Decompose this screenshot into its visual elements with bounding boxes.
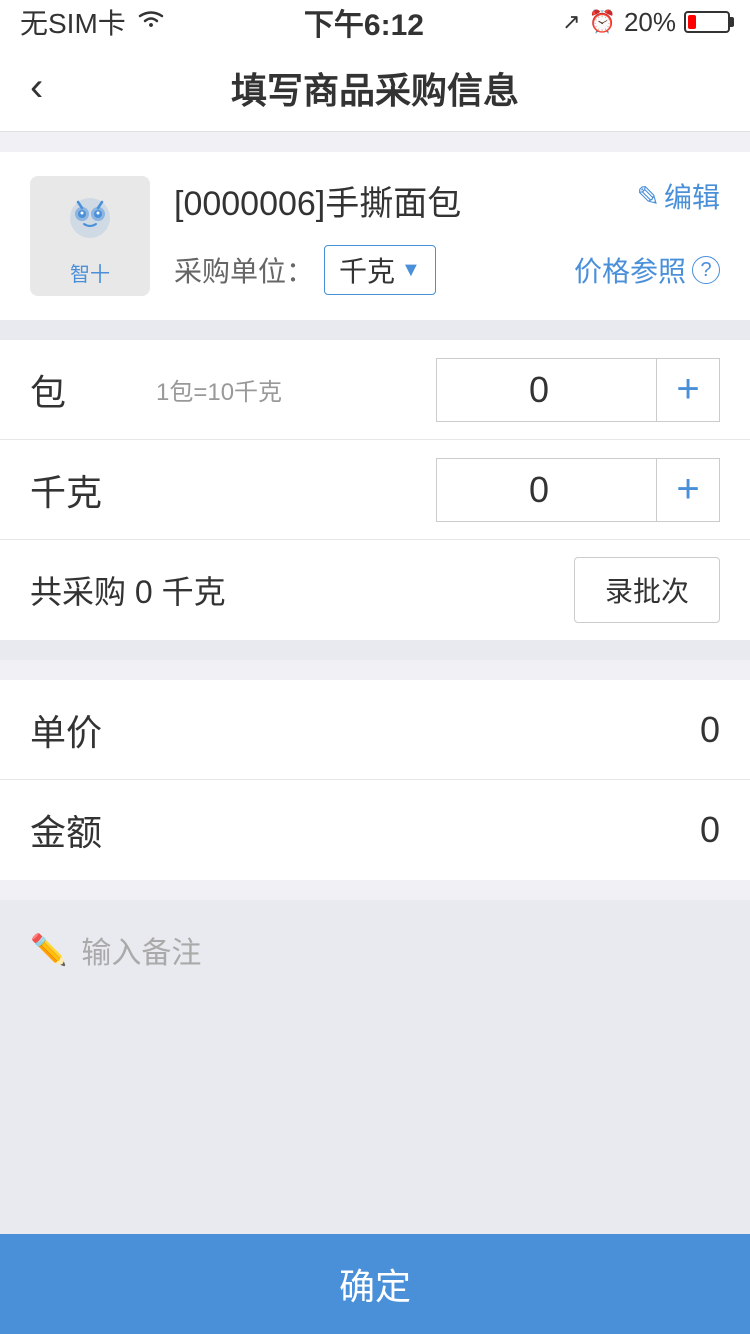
bao-label: 包 bbox=[30, 364, 150, 416]
unit-dropdown[interactable]: 千克 ▼ bbox=[324, 245, 436, 295]
product-header: [0000006]手撕面包 ✎ 编辑 bbox=[174, 176, 720, 225]
nav-bar: ‹ 填写商品采购信息 bbox=[0, 44, 750, 132]
price-reference-button[interactable]: 价格参照 ? bbox=[574, 250, 720, 290]
bao-quantity-input[interactable] bbox=[436, 358, 656, 422]
status-bar: 无SIM卡 下午6:12 ↗ ⏰ 20% bbox=[0, 0, 750, 44]
battery-percent: 20% bbox=[624, 7, 676, 38]
edit-button[interactable]: ✎ 编辑 bbox=[637, 176, 720, 216]
kg-plus-button[interactable]: + bbox=[656, 458, 720, 522]
edit-icon: ✎ bbox=[637, 180, 660, 213]
product-info: [0000006]手撕面包 ✎ 编辑 采购单位： 千克 ▼ 价格参照 ? bbox=[174, 176, 720, 295]
unit-price-value: 0 bbox=[700, 709, 720, 751]
purchase-unit-label: 采购单位： 千克 ▼ bbox=[174, 245, 436, 295]
section-divider-2 bbox=[0, 640, 750, 660]
back-button[interactable]: ‹ bbox=[30, 65, 90, 110]
kg-input-row: 千克 + bbox=[0, 440, 750, 540]
note-section[interactable]: ✏️ 输入备注 bbox=[0, 900, 750, 1000]
unit-value: 千克 bbox=[339, 250, 395, 290]
bao-plus-button[interactable]: + bbox=[656, 358, 720, 422]
pencil-icon: ✏️ bbox=[30, 933, 67, 968]
bao-input-row: 包 1包=10千克 + bbox=[0, 340, 750, 440]
carrier-label: 无SIM卡 bbox=[20, 2, 126, 42]
battery-fill bbox=[688, 15, 696, 29]
input-section: 包 1包=10千克 + 千克 + bbox=[0, 340, 750, 540]
section-divider-1 bbox=[0, 320, 750, 340]
product-card: 智十 [0000006]手撕面包 ✎ 编辑 采购单位： 千克 ▼ 价格参照 ? bbox=[0, 152, 750, 320]
confirm-button[interactable]: 确定 bbox=[0, 1234, 750, 1334]
unit-price-row: 单价 0 bbox=[0, 680, 750, 780]
info-icon: ? bbox=[692, 256, 720, 284]
batch-button[interactable]: 录批次 bbox=[574, 557, 720, 623]
purchase-unit-text: 采购单位： bbox=[174, 250, 314, 290]
price-ref-label: 价格参照 bbox=[574, 250, 686, 290]
alarm-icon: ⏰ bbox=[589, 9, 616, 35]
amount-value: 0 bbox=[700, 809, 720, 851]
logo-text: 智十 bbox=[60, 258, 120, 287]
summary-text: 共采购 0 千克 bbox=[30, 567, 226, 613]
price-section: 单价 0 金额 0 bbox=[0, 680, 750, 880]
product-name: [0000006]手撕面包 bbox=[174, 176, 637, 225]
product-thumbnail: 智十 bbox=[30, 176, 150, 296]
bao-input-right: + bbox=[436, 358, 720, 422]
note-placeholder: 输入备注 bbox=[81, 928, 201, 972]
amount-label: 金额 bbox=[30, 804, 102, 856]
wifi-icon bbox=[136, 6, 166, 38]
kg-label: 千克 bbox=[30, 464, 150, 516]
bao-sublabel: 1包=10千克 bbox=[156, 372, 282, 407]
gps-icon: ↗ bbox=[562, 9, 580, 35]
unit-price-label: 单价 bbox=[30, 704, 102, 756]
page-title: 填写商品采购信息 bbox=[231, 62, 519, 114]
battery-icon bbox=[684, 11, 730, 33]
edit-label: 编辑 bbox=[664, 176, 720, 216]
kg-input-right: + bbox=[436, 458, 720, 522]
summary-row: 共采购 0 千克 录批次 bbox=[0, 540, 750, 640]
amount-row: 金额 0 bbox=[0, 780, 750, 880]
status-left: 无SIM卡 bbox=[20, 2, 166, 42]
status-time: 下午6:12 bbox=[304, 0, 424, 44]
confirm-button-label: 确定 bbox=[339, 1258, 411, 1310]
chevron-down-icon: ▼ bbox=[401, 259, 421, 282]
kg-quantity-input[interactable] bbox=[436, 458, 656, 522]
status-right: ↗ ⏰ 20% bbox=[562, 7, 730, 38]
purchase-unit-row: 采购单位： 千克 ▼ 价格参照 ? bbox=[174, 245, 720, 295]
